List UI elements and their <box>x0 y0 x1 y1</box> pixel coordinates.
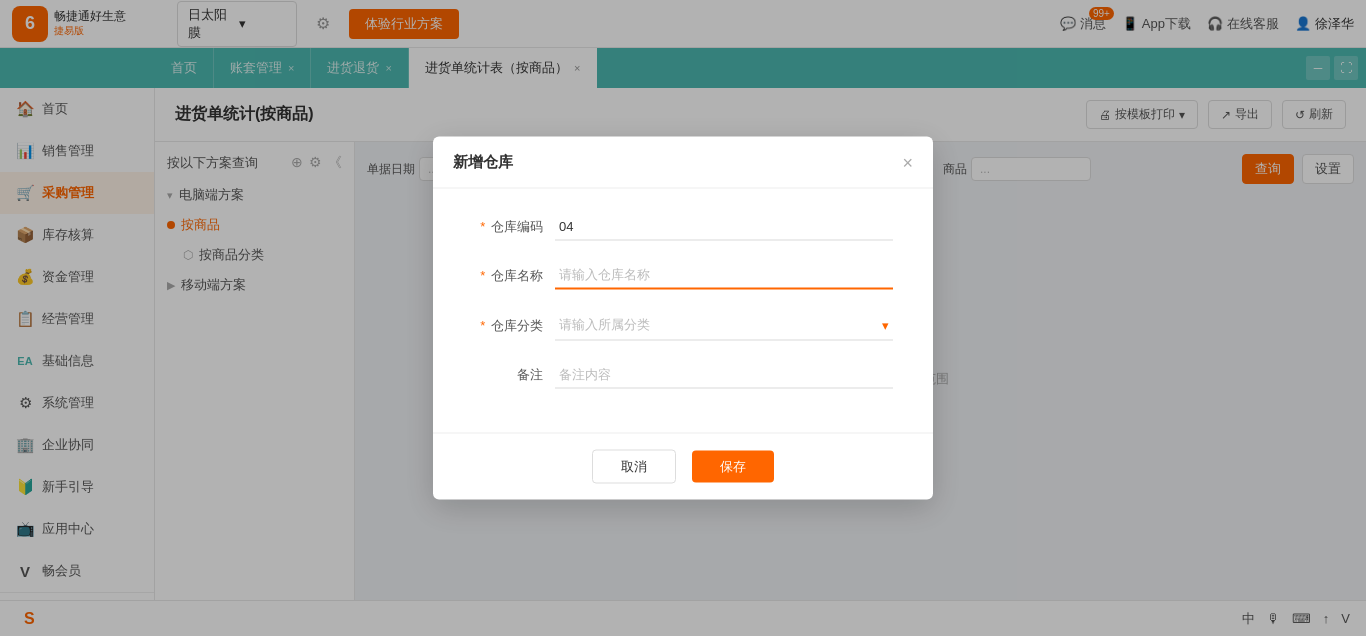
category-dropdown-icon: ▾ <box>882 317 889 332</box>
dialog-close-button[interactable]: × <box>902 153 913 171</box>
form-row-note: 备注 <box>473 361 893 389</box>
category-label: * 仓库分类 <box>473 316 543 334</box>
dialog-title: 新增仓库 <box>453 153 513 172</box>
code-input[interactable] <box>555 213 893 241</box>
name-label: * 仓库名称 <box>473 266 543 284</box>
dialog-header: 新增仓库 × <box>433 137 933 189</box>
form-row-name: * 仓库名称 <box>473 261 893 290</box>
category-placeholder: 请输入所属分类 <box>559 316 650 334</box>
note-input[interactable] <box>555 361 893 389</box>
cancel-button[interactable]: 取消 <box>592 450 676 484</box>
code-label: * 仓库编码 <box>473 218 543 236</box>
save-button[interactable]: 保存 <box>692 451 774 483</box>
dialog-footer: 取消 保存 <box>433 433 933 500</box>
category-select[interactable]: 请输入所属分类 ▾ <box>555 310 893 341</box>
dialog-body: * 仓库编码 * 仓库名称 * 仓库分类 请输入所属分类 ▾ <box>433 189 933 433</box>
form-row-category: * 仓库分类 请输入所属分类 ▾ <box>473 310 893 341</box>
name-input[interactable] <box>555 261 893 290</box>
note-label: 备注 <box>473 366 543 384</box>
form-row-code: * 仓库编码 <box>473 213 893 241</box>
new-warehouse-dialog: 新增仓库 × * 仓库编码 * 仓库名称 * 仓库分类 请输入 <box>433 137 933 500</box>
